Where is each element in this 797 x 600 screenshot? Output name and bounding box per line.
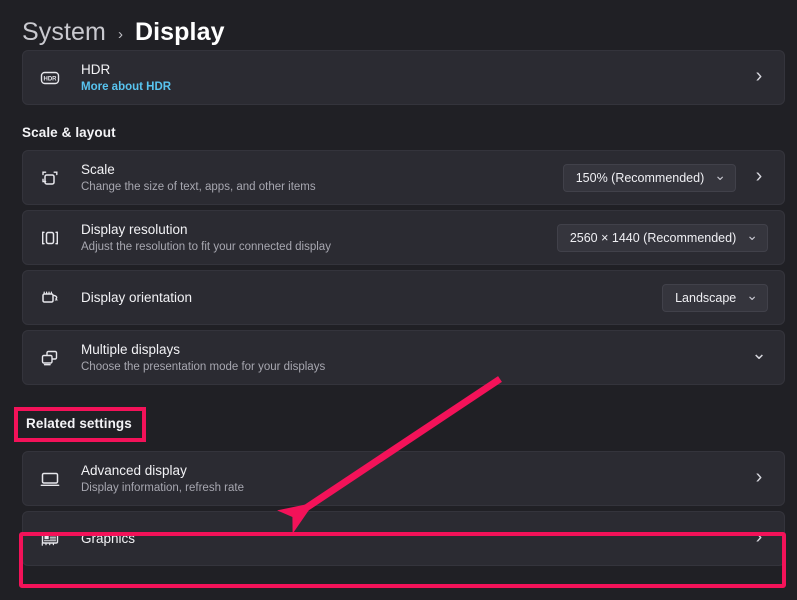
scale-title: Scale	[81, 161, 115, 177]
advanced-display-title: Advanced display	[81, 462, 187, 478]
hdr-row[interactable]: HDR HDR More about HDR	[22, 50, 785, 105]
chevron-down-icon: ⌄	[746, 286, 758, 303]
display-orientation-dropdown[interactable]: Landscape ⌄	[662, 283, 768, 312]
scale-chevron-right-icon[interactable]	[750, 168, 768, 188]
page-title: Display	[134, 17, 225, 46]
chevron-down-icon: ⌄	[746, 226, 758, 243]
chevron-right-icon[interactable]	[750, 529, 768, 549]
section-heading-related-settings: Related settings	[26, 416, 132, 431]
section-heading-scale-layout: Scale & layout	[22, 125, 116, 140]
scale-dropdown[interactable]: 150% (Recommended) ⌄	[562, 163, 736, 192]
display-resolution-dropdown[interactable]: 2560 × 1440 (Recommended) ⌄	[556, 223, 768, 252]
scale-icon	[39, 167, 81, 189]
graphics-row[interactable]: Graphics	[22, 511, 785, 566]
chevron-right-icon[interactable]	[750, 469, 768, 489]
multiple-displays-subtitle: Choose the presentation mode for your di…	[81, 360, 326, 373]
multiple-displays-row[interactable]: Multiple displays Choose the presentatio…	[22, 330, 785, 385]
advanced-display-subtitle: Display information, refresh rate	[81, 481, 244, 494]
related-settings-highlight-box: Related settings	[14, 407, 146, 442]
monitor-icon	[39, 468, 81, 490]
breadcrumb: System › Display	[0, 0, 797, 50]
orientation-icon	[39, 287, 81, 309]
scale-dropdown-value: 150% (Recommended)	[575, 170, 705, 185]
advanced-display-row[interactable]: Advanced display Display information, re…	[22, 451, 785, 506]
breadcrumb-parent-system[interactable]: System	[22, 18, 106, 47]
chevron-down-icon[interactable]	[750, 349, 768, 367]
breadcrumb-separator-icon: ›	[117, 25, 123, 43]
scale-subtitle: Change the size of text, apps, and other…	[81, 180, 316, 193]
multiple-displays-title: Multiple displays	[81, 341, 181, 357]
chevron-down-icon: ⌄	[714, 166, 726, 183]
display-orientation-row[interactable]: Display orientation Landscape ⌄	[22, 270, 785, 325]
display-resolution-dropdown-value: 2560 × 1440 (Recommended)	[569, 230, 737, 245]
svg-text:HDR: HDR	[44, 76, 58, 82]
graphics-card-icon	[39, 528, 81, 550]
more-about-hdr-link[interactable]: More about HDR	[81, 80, 750, 94]
graphics-title: Graphics	[81, 530, 136, 546]
display-resolution-row[interactable]: Display resolution Adjust the resolution…	[22, 210, 785, 265]
hdr-icon: HDR	[39, 67, 81, 89]
hdr-title: HDR	[81, 61, 111, 77]
display-orientation-dropdown-value: Landscape	[675, 290, 737, 305]
display-resolution-subtitle: Adjust the resolution to fit your connec…	[81, 240, 331, 253]
scale-row[interactable]: Scale Change the size of text, apps, and…	[22, 150, 785, 205]
multiple-displays-icon	[39, 347, 81, 369]
display-orientation-title: Display orientation	[81, 289, 193, 305]
display-resolution-title: Display resolution	[81, 221, 188, 237]
chevron-right-icon[interactable]	[750, 68, 768, 88]
resolution-icon	[39, 227, 81, 249]
